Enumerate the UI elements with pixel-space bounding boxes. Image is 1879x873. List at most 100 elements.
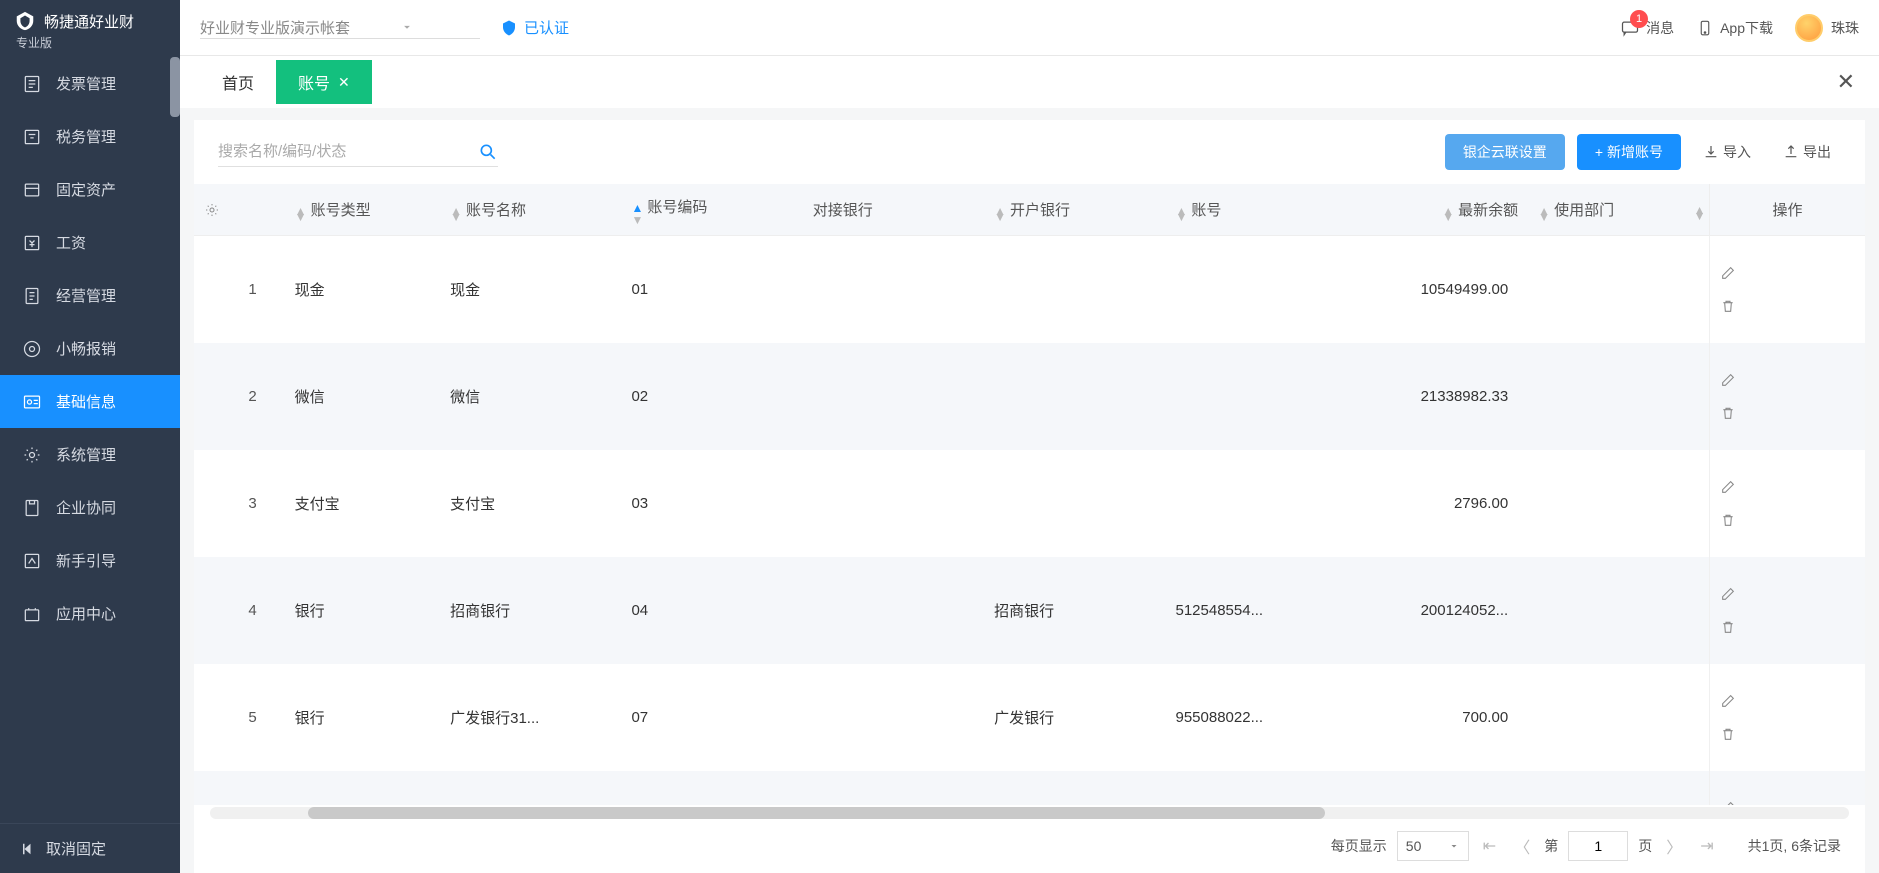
- table-row[interactable]: 6现金虫账户16324088.78: [194, 771, 1865, 805]
- edit-button[interactable]: [1720, 800, 1855, 805]
- import-button[interactable]: 导入: [1693, 134, 1761, 170]
- badge-count: 1: [1630, 10, 1648, 28]
- cell-idx: 5: [194, 664, 285, 771]
- brand-title: 畅捷通好业财: [44, 11, 134, 32]
- plus-icon: +: [1595, 144, 1603, 160]
- horizontal-scrollbar[interactable]: [210, 807, 1849, 819]
- messages-label: 消息: [1646, 18, 1674, 38]
- edit-button[interactable]: [1720, 693, 1855, 709]
- account-set-selector[interactable]: 好业财专业版演示帐套: [200, 17, 480, 39]
- nav-apps[interactable]: 应用中心: [0, 587, 180, 640]
- nav-guide[interactable]: 新手引导: [0, 534, 180, 587]
- settings-column[interactable]: [194, 184, 285, 236]
- prev-page-button[interactable]: 〈: [1510, 834, 1534, 858]
- export-icon: [1783, 144, 1799, 160]
- user-menu[interactable]: 珠珠: [1795, 14, 1859, 42]
- first-page-button[interactable]: ⇤: [1479, 836, 1500, 856]
- next-page-button[interactable]: 〉: [1662, 834, 1686, 858]
- nav-tax[interactable]: 税务管理: [0, 110, 180, 163]
- cell-open-bank: [984, 343, 1165, 450]
- page-suffix: 页: [1638, 836, 1652, 856]
- close-all-tabs[interactable]: ✕: [1833, 69, 1859, 95]
- nav-label: 工资: [56, 232, 86, 253]
- delete-button[interactable]: [1720, 726, 1855, 742]
- table-row[interactable]: 5银行广发银行31...07广发银行955088022...700.00: [194, 664, 1865, 771]
- col-balance[interactable]: ▲▼最新余额: [1347, 184, 1528, 236]
- delete-button[interactable]: [1720, 512, 1855, 528]
- toolbar: 银企云联设置 +新增账号 导入 导出: [194, 120, 1865, 184]
- verified-label: 已认证: [524, 17, 569, 38]
- tab-label: 首页: [222, 70, 254, 94]
- col-type[interactable]: ▲▼账号类型: [285, 184, 440, 236]
- edit-button[interactable]: [1720, 586, 1855, 602]
- col-dock-bank[interactable]: 对接银行: [803, 184, 984, 236]
- col-name[interactable]: ▲▼账号名称: [440, 184, 621, 236]
- close-icon[interactable]: ✕: [338, 74, 350, 91]
- nav-salary[interactable]: 工资: [0, 216, 180, 269]
- cell-name: 支付宝: [440, 450, 621, 557]
- cell-extra: [1684, 771, 1710, 805]
- export-button[interactable]: 导出: [1773, 134, 1841, 170]
- scrollbar-thumb[interactable]: [308, 807, 1324, 819]
- tab-home[interactable]: 首页: [200, 60, 276, 104]
- tab-label: 账号: [298, 70, 330, 94]
- col-account-no[interactable]: ▲▼账号: [1165, 184, 1346, 236]
- delete-button[interactable]: [1720, 298, 1855, 314]
- username-label: 珠珠: [1831, 18, 1859, 38]
- page-size-select[interactable]: 50: [1397, 831, 1469, 861]
- unpin-label: 取消固定: [46, 838, 106, 859]
- search-button[interactable]: [478, 142, 498, 162]
- edit-button[interactable]: [1720, 372, 1855, 388]
- edit-button[interactable]: [1720, 265, 1855, 281]
- cell-dept: [1528, 450, 1683, 557]
- add-account-button[interactable]: +新增账号: [1577, 134, 1681, 170]
- table-row[interactable]: 2微信微信0221338982.33: [194, 343, 1865, 450]
- last-page-button[interactable]: ⇥: [1696, 836, 1717, 856]
- search-input[interactable]: [218, 137, 478, 166]
- col-open-bank[interactable]: ▲▼开户银行: [984, 184, 1165, 236]
- nav-label: 固定资产: [56, 179, 116, 200]
- cell-dept: [1528, 236, 1683, 344]
- cell-name: 招商银行: [440, 557, 621, 664]
- table-row[interactable]: 1现金现金0110549499.00: [194, 236, 1865, 344]
- cell-extra: [1684, 664, 1710, 771]
- messages-button[interactable]: 1 消息: [1620, 18, 1674, 38]
- shield-icon: [500, 19, 518, 37]
- nav-basic-info[interactable]: 基础信息: [0, 375, 180, 428]
- unpin-button[interactable]: 取消固定: [0, 823, 180, 873]
- table-row[interactable]: 4银行招商银行04招商银行512548554...200124052...: [194, 557, 1865, 664]
- scrollbar-thumb[interactable]: [170, 57, 180, 117]
- cell-type: 银行: [285, 557, 440, 664]
- nav-collab[interactable]: 企业协同: [0, 481, 180, 534]
- bank-cloud-settings-button[interactable]: 银企云联设置: [1445, 134, 1565, 170]
- nav-business[interactable]: 经营管理: [0, 269, 180, 322]
- verified-badge: 已认证: [500, 17, 569, 38]
- col-extra[interactable]: ▲▼: [1684, 184, 1710, 236]
- col-actions: 操作: [1710, 184, 1865, 236]
- nav-invoice[interactable]: 发票管理: [0, 57, 180, 110]
- table-wrap: ▲▼账号类型 ▲▼账号名称 ▲▼账号编码 对接银行 ▲▼开户银行 ▲▼账号 ▲▼…: [194, 184, 1865, 805]
- table-row[interactable]: 3支付宝支付宝032796.00: [194, 450, 1865, 557]
- cell-name: 广发银行31...: [440, 664, 621, 771]
- sidebar: 畅捷通好业财 专业版 发票管理 税务管理 固定资产 工资 经营管理 小畅报销 基…: [0, 0, 180, 873]
- nav-expense[interactable]: 小畅报销: [0, 322, 180, 375]
- cell-code: 03: [621, 450, 802, 557]
- nav-system[interactable]: 系统管理: [0, 428, 180, 481]
- delete-button[interactable]: [1720, 619, 1855, 635]
- cell-actions: [1710, 557, 1865, 664]
- nav-assets[interactable]: 固定资产: [0, 163, 180, 216]
- delete-button[interactable]: [1720, 405, 1855, 421]
- col-dept[interactable]: ▲▼使用部门: [1528, 184, 1683, 236]
- nav-label: 发票管理: [56, 73, 116, 94]
- sort-icon: ▲▼: [1175, 208, 1187, 220]
- nav-label: 经营管理: [56, 285, 116, 306]
- edit-button[interactable]: [1720, 479, 1855, 495]
- nav-label: 新手引导: [56, 550, 116, 571]
- app-download-button[interactable]: App下载: [1696, 18, 1773, 38]
- cell-type: 银行: [285, 664, 440, 771]
- page-input[interactable]: [1568, 831, 1628, 861]
- tab-account[interactable]: 账号 ✕: [276, 60, 372, 104]
- nav-label: 小畅报销: [56, 338, 116, 359]
- col-code[interactable]: ▲▼账号编码: [621, 184, 802, 236]
- cell-account-no: [1165, 343, 1346, 450]
